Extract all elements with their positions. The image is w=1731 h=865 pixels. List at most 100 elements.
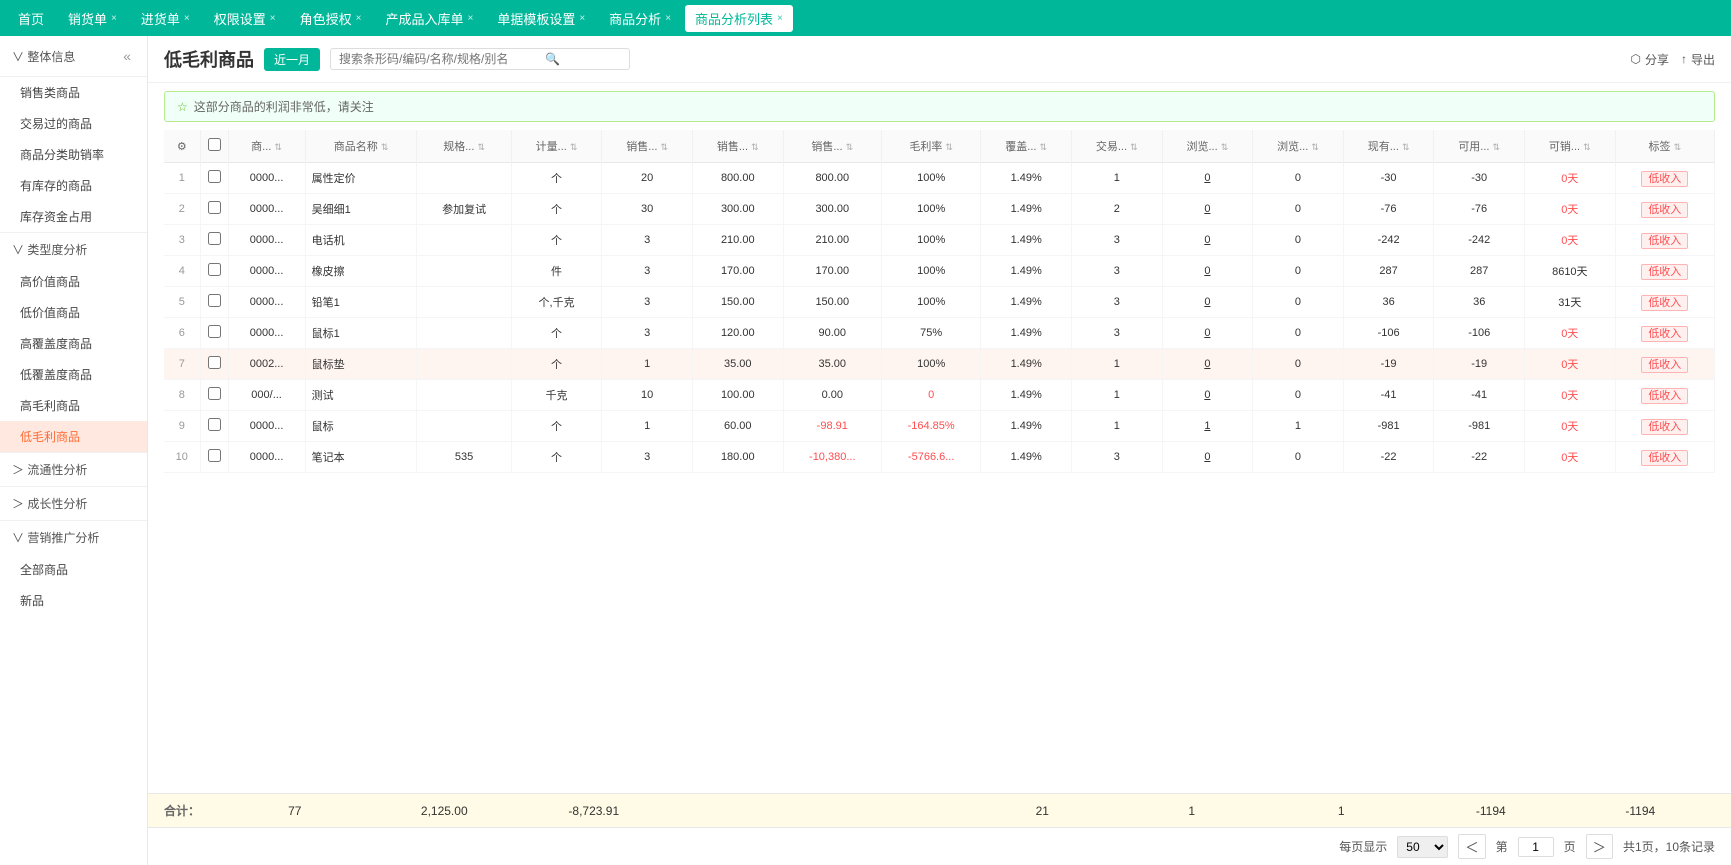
sidebar-item-traded-goods[interactable]: 交易过的商品: [0, 108, 147, 139]
row-checkbox[interactable]: [208, 294, 221, 307]
nav-purchase[interactable]: 进货单 ×: [131, 5, 200, 32]
row-checkbox[interactable]: [208, 325, 221, 338]
col-name[interactable]: 商品名称 ⇅: [305, 130, 417, 163]
sidebar-item-low-value[interactable]: 低价值商品: [0, 297, 147, 328]
row-checkbox[interactable]: [208, 201, 221, 214]
sidebar-group-analysis[interactable]: ∨ 类型度分析: [0, 232, 147, 266]
cell-coverage: 1.49%: [981, 411, 1072, 442]
col-browse2[interactable]: 浏览... ⇅: [1253, 130, 1344, 163]
browse1-link[interactable]: 0: [1204, 358, 1210, 370]
nav-permissions[interactable]: 权限设置 ×: [204, 5, 286, 32]
col-gross-rate[interactable]: 毛利率 ⇅: [881, 130, 980, 163]
row-checkbox[interactable]: [208, 263, 221, 276]
nav-templates-close[interactable]: ×: [579, 13, 585, 24]
select-all-checkbox[interactable]: [208, 138, 221, 151]
browse1-link[interactable]: 0: [1204, 203, 1210, 215]
search-icon[interactable]: 🔍: [545, 52, 560, 66]
browse1-link[interactable]: 0: [1204, 451, 1210, 463]
prev-page-btn[interactable]: ＜: [1458, 834, 1485, 859]
cell-browse1[interactable]: 0: [1162, 318, 1253, 349]
sidebar-group-overall[interactable]: ∨ 整体信息: [12, 48, 75, 65]
sidebar-item-all-goods[interactable]: 全部商品: [0, 554, 147, 585]
sidebar-group-flow[interactable]: ＞ 流通性分析: [0, 452, 147, 486]
col-sales-amount[interactable]: 销售... ⇅: [783, 130, 881, 163]
nav-home[interactable]: 首页: [8, 5, 54, 32]
col-browse1[interactable]: 浏览... ⇅: [1162, 130, 1253, 163]
nav-sales-close[interactable]: ×: [111, 13, 117, 24]
row-checkbox[interactable]: [208, 418, 221, 431]
sidebar-item-high-value[interactable]: 高价值商品: [0, 266, 147, 297]
cell-sellable: 0天: [1525, 442, 1616, 473]
nav-analysis[interactable]: 商品分析 ×: [599, 5, 681, 32]
browse1-link[interactable]: 0: [1204, 265, 1210, 277]
browse1-link[interactable]: 0: [1204, 172, 1210, 184]
col-spec[interactable]: 规格... ⇅: [417, 130, 511, 163]
page-number-input[interactable]: [1518, 837, 1554, 857]
col-settings[interactable]: ⚙: [164, 130, 200, 163]
col-trade[interactable]: 交易... ⇅: [1071, 130, 1162, 163]
sidebar-collapse-btn[interactable]: «: [119, 44, 135, 68]
cell-browse1[interactable]: 0: [1162, 349, 1253, 380]
col-coverage[interactable]: 覆盖... ⇅: [981, 130, 1072, 163]
nav-sales[interactable]: 销货单 ×: [58, 5, 127, 32]
cell-browse1[interactable]: 0: [1162, 256, 1253, 287]
col-code[interactable]: 商... ⇅: [228, 130, 305, 163]
sidebar-item-new-goods[interactable]: 新品: [0, 585, 147, 616]
browse1-link[interactable]: 0: [1204, 296, 1210, 308]
share-btn[interactable]: ⬡ 分享: [1630, 51, 1669, 68]
next-page-btn[interactable]: ＞: [1586, 834, 1613, 859]
col-current[interactable]: 现有... ⇅: [1343, 130, 1434, 163]
nav-analysis-list[interactable]: 商品分析列表 ×: [685, 5, 793, 32]
nav-analysis-list-close[interactable]: ×: [777, 13, 783, 24]
row-checkbox[interactable]: [208, 449, 221, 462]
sidebar-item-inventory-capital[interactable]: 库存资金占用: [0, 201, 147, 232]
col-available[interactable]: 可用... ⇅: [1434, 130, 1525, 163]
nav-templates[interactable]: 单据模板设置 ×: [487, 5, 595, 32]
cell-browse1[interactable]: 1: [1162, 411, 1253, 442]
nav-roles-close[interactable]: ×: [356, 13, 362, 24]
col-unit[interactable]: 计量... ⇅: [511, 130, 602, 163]
row-checkbox[interactable]: [208, 170, 221, 183]
nav-permissions-close[interactable]: ×: [270, 13, 276, 24]
per-page-select[interactable]: 50 100 200: [1397, 836, 1448, 858]
cell-browse1[interactable]: 0: [1162, 225, 1253, 256]
nav-products-close[interactable]: ×: [467, 13, 473, 24]
sidebar-group-growth[interactable]: ＞ 成长性分析: [0, 486, 147, 520]
cell-settings: 7: [164, 349, 200, 380]
browse1-link[interactable]: 0: [1204, 389, 1210, 401]
cell-coverage: 1.49%: [981, 380, 1072, 411]
footer-sales-qty: 77: [220, 804, 370, 818]
cell-browse1[interactable]: 0: [1162, 163, 1253, 194]
sidebar-item-stocked-goods[interactable]: 有库存的商品: [0, 170, 147, 201]
cell-browse1[interactable]: 0: [1162, 380, 1253, 411]
sidebar-item-sales-goods[interactable]: 销售类商品: [0, 77, 147, 108]
row-checkbox[interactable]: [208, 387, 221, 400]
sidebar-item-high-coverage[interactable]: 高覆盖度商品: [0, 328, 147, 359]
browse1-link[interactable]: 0: [1204, 234, 1210, 246]
cell-browse1[interactable]: 0: [1162, 442, 1253, 473]
export-btn[interactable]: ↑ 导出: [1681, 51, 1715, 68]
cell-browse1[interactable]: 0: [1162, 194, 1253, 225]
row-checkbox[interactable]: [208, 356, 221, 369]
sidebar-group-marketing[interactable]: ∨ 营销推广分析: [0, 520, 147, 554]
cell-browse1[interactable]: 0: [1162, 287, 1253, 318]
sidebar-item-category-rate[interactable]: 商品分类助销率: [0, 139, 147, 170]
col-sellable[interactable]: 可销... ⇅: [1525, 130, 1616, 163]
search-input[interactable]: [339, 52, 539, 66]
nav-purchase-close[interactable]: ×: [184, 13, 190, 24]
col-sales-qty[interactable]: 销售... ⇅: [602, 130, 693, 163]
cell-browse2: 1: [1253, 411, 1344, 442]
browse1-link[interactable]: 0: [1204, 327, 1210, 339]
browse1-link[interactable]: 1: [1204, 420, 1210, 432]
row-checkbox[interactable]: [208, 232, 221, 245]
filter-recent-month-btn[interactable]: 近一月: [264, 48, 320, 71]
sidebar-item-low-coverage[interactable]: 低覆盖度商品: [0, 359, 147, 390]
sidebar-item-low-margin[interactable]: 低毛利商品: [0, 421, 147, 452]
sidebar-item-high-margin[interactable]: 高毛利商品: [0, 390, 147, 421]
nav-analysis-close[interactable]: ×: [665, 13, 671, 24]
nav-roles[interactable]: 角色授权 ×: [290, 5, 372, 32]
nav-products[interactable]: 产成品入库单 ×: [375, 5, 483, 32]
col-tag[interactable]: 标签 ⇅: [1615, 130, 1714, 163]
cell-spec: [417, 225, 511, 256]
col-sales-price[interactable]: 销售... ⇅: [692, 130, 783, 163]
